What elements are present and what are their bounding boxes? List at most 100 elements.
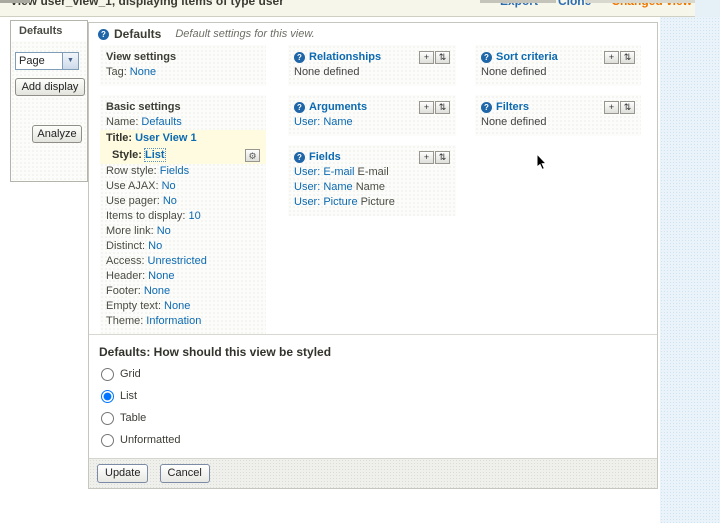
analyze-button[interactable]: Analyze [32,125,82,143]
field-link[interactable]: User: Picture [294,196,358,208]
setting-row-tag: Tag:None [106,65,260,80]
items-to-display-value-link[interactable]: 10 [188,210,200,222]
arguments-panel: ? Arguments + ⇅ User: Name [288,95,456,136]
setting-row-empty-text: Empty text:None [106,299,260,314]
summary-column-3: ? Sort criteria + ⇅ None defined ? Filte… [475,45,641,145]
filters-title-link[interactable]: Filters [496,100,604,115]
relationships-title-link[interactable]: Relationships [309,50,419,65]
field-link[interactable]: User: E-mail [294,166,355,178]
form-actions-bar: Update Cancel [89,458,657,488]
chevron-down-icon[interactable]: ▼ [62,53,78,69]
sort-criteria-title-link[interactable]: Sort criteria [496,50,604,65]
add-field-icon[interactable]: + [419,151,434,164]
style-settings-gear-icon[interactable]: ⚙ [245,149,260,162]
style-option-unformatted[interactable]: Unformatted [99,434,647,447]
use-pager-value-link[interactable]: No [163,195,177,207]
form-title: Defaults: How should this view be styled [99,345,647,359]
page-background-corner [695,0,720,17]
add-relationship-icon[interactable]: + [419,51,434,64]
setting-row-row-style: Row style:Fields [106,164,260,179]
setting-row-items-to-display: Items to display:10 [106,209,260,224]
view-edit-box: ? Defaults Default settings for this vie… [88,22,658,489]
tab-defaults-display[interactable]: Defaults [10,20,88,41]
summary-column-2: ? Relationships + ⇅ None defined ? Argum… [288,45,456,225]
field-item: User: E-mailE-mail [294,165,450,180]
setting-row-footer: Footer:None [106,284,260,299]
theme-value-link[interactable]: Information [146,315,201,327]
display-name: Defaults [114,27,161,41]
rearrange-sorts-icon[interactable]: ⇅ [620,51,635,64]
display-type-select-value: Page [16,53,62,69]
browser-chrome-artifact [480,0,556,3]
view-settings-panel: View settings Tag:None [100,45,266,86]
distinct-value-link[interactable]: No [148,240,162,252]
update-button[interactable]: Update [97,464,148,483]
add-display-button[interactable]: Add display [15,78,85,96]
help-icon[interactable]: ? [294,102,305,113]
view-title: View user_view_1, displaying items of ty… [10,0,284,8]
panel-title: Basic settings [106,100,260,115]
style-option-table[interactable]: Table [99,412,647,425]
name-value-link[interactable]: Defaults [141,116,181,128]
setting-row-distinct: Distinct:No [106,239,260,254]
display-type-select[interactable]: Page ▼ [15,52,79,70]
style-edit-form: Defaults: How should this view be styled… [99,345,647,469]
setting-row-use-pager: Use pager:No [106,194,260,209]
setting-row-access: Access:Unrestricted [106,254,260,269]
setting-row-name: Name:Defaults [106,115,260,130]
summary-column-1: View settings Tag:None Basic settings Na… [100,45,266,344]
views-edit-page: View user_view_1, displaying items of ty… [0,0,720,523]
footer-value-link[interactable]: None [144,285,170,297]
divider [89,334,657,335]
basic-settings-panel: Basic settings Name:Defaults Title:User … [100,95,266,335]
radio-grid[interactable] [101,368,114,381]
help-icon[interactable]: ? [98,29,109,40]
style-option-list[interactable]: List [99,390,647,403]
field-link[interactable]: User: Name [294,181,353,193]
help-icon[interactable]: ? [294,152,305,163]
add-sort-icon[interactable]: + [604,51,619,64]
page-background [660,17,720,523]
add-filter-icon[interactable]: + [604,101,619,114]
use-ajax-value-link[interactable]: No [162,180,176,192]
access-value-link[interactable]: Unrestricted [148,255,207,267]
empty-text: None defined [481,115,635,130]
radio-table[interactable] [101,412,114,425]
add-argument-icon[interactable]: + [419,101,434,114]
display-controls-panel: Page ▼ Add display Analyze [10,41,88,182]
row-style-value-link[interactable]: Fields [160,165,189,177]
radio-list[interactable] [101,390,114,403]
setting-row-title: Title:User View 1 [100,130,266,147]
help-icon[interactable]: ? [294,52,305,63]
setting-row-theme: Theme:Information [106,314,260,329]
field-item: User: PicturePicture [294,195,450,210]
browser-chrome-artifact [0,0,30,3]
argument-item: User: Name [294,115,450,130]
setting-row-use-ajax: Use AJAX:No [106,179,260,194]
radio-unformatted[interactable] [101,434,114,447]
header-value-link[interactable]: None [148,270,174,282]
help-icon[interactable]: ? [481,102,492,113]
arguments-title-link[interactable]: Arguments [309,100,419,115]
field-item: User: NameName [294,180,450,195]
rearrange-relationships-icon[interactable]: ⇅ [435,51,450,64]
rearrange-fields-icon[interactable]: ⇅ [435,151,450,164]
more-link-value-link[interactable]: No [157,225,171,237]
style-option-grid[interactable]: Grid [99,368,647,381]
setting-row-header: Header:None [106,269,260,284]
fields-title-link[interactable]: Fields [309,150,419,165]
setting-row-style: ⚙ Style:List [100,147,266,164]
mouse-cursor-icon [536,153,548,174]
title-value-link[interactable]: User View 1 [135,132,197,144]
style-value-link[interactable]: List [145,149,165,161]
filters-panel: ? Filters + ⇅ None defined [475,95,641,136]
rearrange-arguments-icon[interactable]: ⇅ [435,101,450,114]
help-icon[interactable]: ? [481,52,492,63]
argument-link[interactable]: User: Name [294,116,353,128]
cancel-button[interactable]: Cancel [160,464,210,483]
fields-panel: ? Fields + ⇅ User: E-mailE-mail User: Na… [288,145,456,216]
empty-text-value-link[interactable]: None [164,300,190,312]
tag-value-link[interactable]: None [130,66,156,78]
sort-criteria-panel: ? Sort criteria + ⇅ None defined [475,45,641,86]
rearrange-filters-icon[interactable]: ⇅ [620,101,635,114]
